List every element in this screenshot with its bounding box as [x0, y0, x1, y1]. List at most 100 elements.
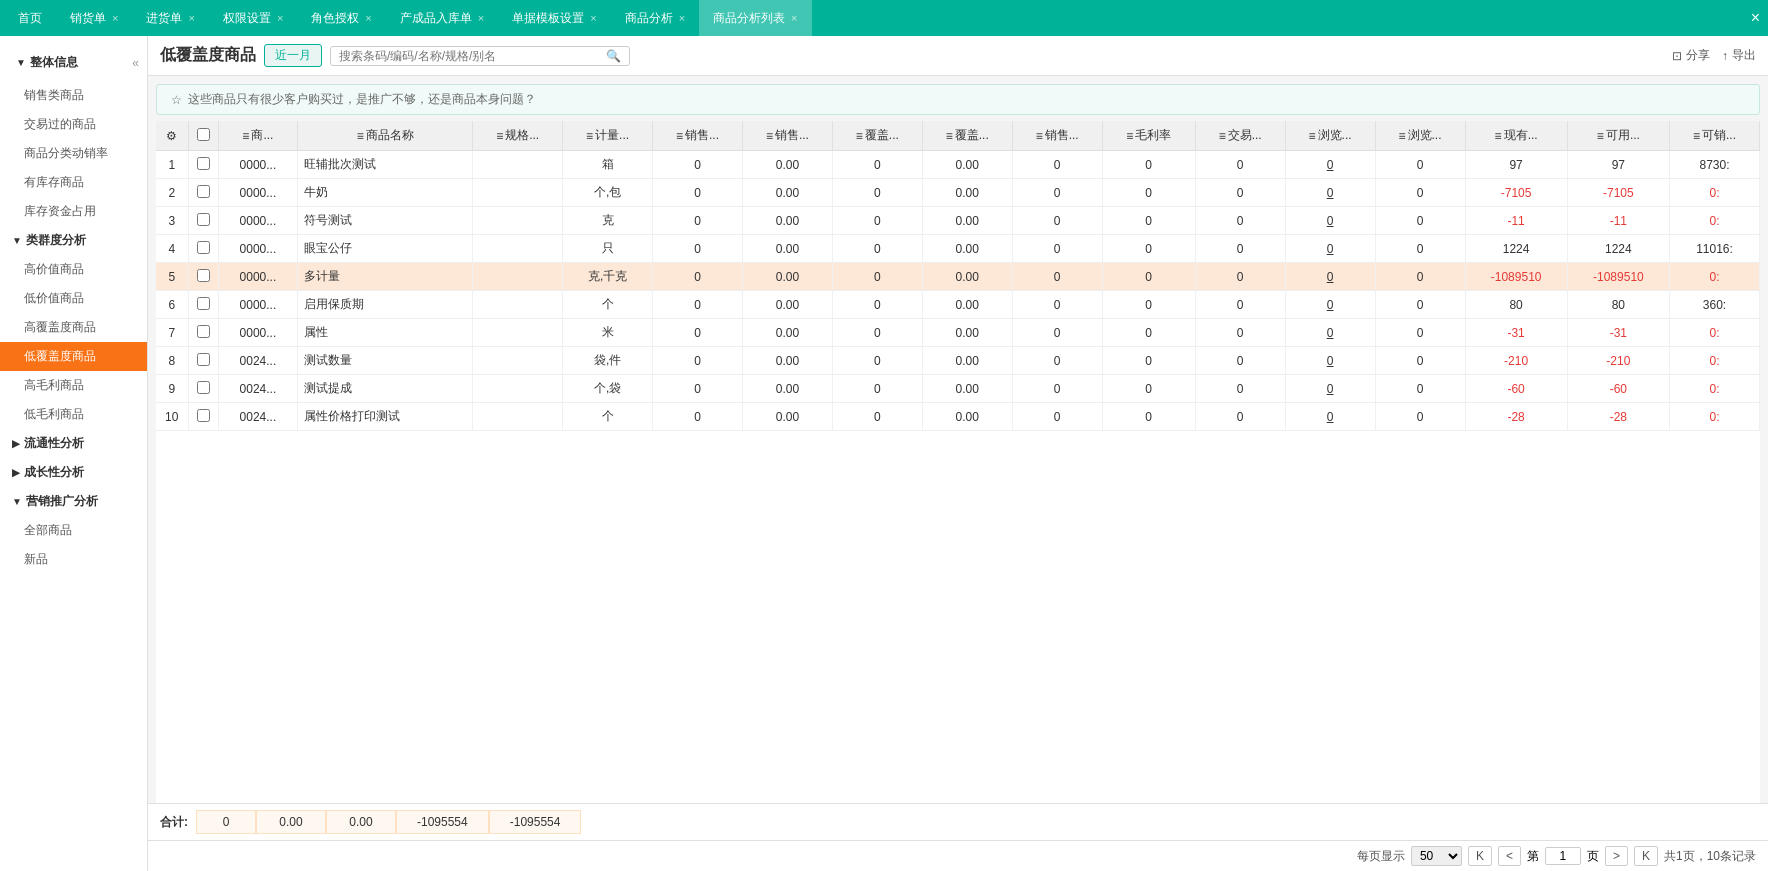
col-sales-qty[interactable]: ≡销售...	[653, 121, 743, 151]
sidebar-item-low-value[interactable]: 低价值商品	[0, 284, 147, 313]
page-size-select[interactable]: 50 100 200	[1411, 846, 1462, 866]
col-name[interactable]: ≡商品名称	[298, 121, 473, 151]
col-saleable[interactable]: ≡可销...	[1670, 121, 1760, 151]
col-trade[interactable]: ≡交易...	[1195, 121, 1285, 151]
nav-close-icon[interactable]: ×	[112, 12, 118, 24]
sidebar-group-overall[interactable]: ▼ 整体信息	[4, 48, 90, 77]
nav-close-icon[interactable]: ×	[590, 12, 596, 24]
nav-permissions[interactable]: 权限设置 ×	[209, 0, 297, 36]
cell-checkbox[interactable]	[188, 319, 218, 347]
window-close-button[interactable]: ×	[1751, 9, 1760, 27]
nav-close-icon[interactable]: ×	[277, 12, 283, 24]
col-cover2[interactable]: ≡覆盖...	[922, 121, 1012, 151]
last-page-button[interactable]: K	[1634, 846, 1658, 866]
sidebar-item-sales-products[interactable]: 销售类商品	[0, 81, 147, 110]
sidebar-item-low-margin[interactable]: 低毛利商品	[0, 400, 147, 429]
col-settings[interactable]: ⚙	[156, 121, 188, 151]
next-page-button[interactable]: >	[1605, 846, 1628, 866]
sidebar-group-circulation[interactable]: ▶ 流通性分析	[0, 429, 147, 458]
cell-browse1[interactable]: 0	[1285, 347, 1375, 375]
cell-checkbox[interactable]	[188, 375, 218, 403]
page-number-input[interactable]	[1545, 847, 1581, 865]
sidebar-item-traded-products[interactable]: 交易过的商品	[0, 110, 147, 139]
browse-link[interactable]: 0	[1327, 354, 1334, 368]
col-browse2[interactable]: ≡浏览...	[1375, 121, 1465, 151]
col-sales2[interactable]: ≡销售...	[1012, 121, 1102, 151]
sidebar-item-new-products[interactable]: 新品	[0, 545, 147, 574]
cell-checkbox[interactable]	[188, 403, 218, 431]
cell-browse1[interactable]: 0	[1285, 151, 1375, 179]
cell-browse1[interactable]: 0	[1285, 319, 1375, 347]
browse-link[interactable]: 0	[1327, 326, 1334, 340]
sidebar-collapse-button[interactable]: «	[132, 56, 139, 70]
browse-link[interactable]: 0	[1327, 270, 1334, 284]
nav-close-icon[interactable]: ×	[679, 12, 685, 24]
row-checkbox[interactable]	[197, 213, 210, 226]
search-input[interactable]	[339, 49, 606, 63]
browse-link[interactable]: 0	[1327, 382, 1334, 396]
browse-link[interactable]: 0	[1327, 186, 1334, 200]
sidebar-group-cluster[interactable]: ▼ 类群度分析	[0, 226, 147, 255]
cell-browse1[interactable]: 0	[1285, 235, 1375, 263]
cell-checkbox[interactable]	[188, 151, 218, 179]
nav-purchase-order[interactable]: 进货单 ×	[132, 0, 208, 36]
cell-browse1[interactable]: 0	[1285, 263, 1375, 291]
sidebar-group-growth[interactable]: ▶ 成长性分析	[0, 458, 147, 487]
nav-home[interactable]: 首页	[4, 0, 56, 36]
first-page-button[interactable]: K	[1468, 846, 1492, 866]
col-sales-amt[interactable]: ≡销售...	[742, 121, 832, 151]
export-button[interactable]: ↑ 导出	[1722, 47, 1756, 64]
col-unit[interactable]: ≡计量...	[563, 121, 653, 151]
nav-close-icon[interactable]: ×	[188, 12, 194, 24]
period-button[interactable]: 近一月	[264, 44, 322, 67]
prev-page-button[interactable]: <	[1498, 846, 1521, 866]
cell-browse1[interactable]: 0	[1285, 291, 1375, 319]
sidebar-item-high-value[interactable]: 高价值商品	[0, 255, 147, 284]
col-avail[interactable]: ≡可用...	[1567, 121, 1669, 151]
col-browse1[interactable]: ≡浏览...	[1285, 121, 1375, 151]
row-checkbox[interactable]	[197, 409, 210, 422]
sidebar-item-high-margin[interactable]: 高毛利商品	[0, 371, 147, 400]
cell-browse1[interactable]: 0	[1285, 207, 1375, 235]
col-cover1[interactable]: ≡覆盖...	[832, 121, 922, 151]
cell-browse1[interactable]: 0	[1285, 375, 1375, 403]
sidebar-item-stocked-products[interactable]: 有库存商品	[0, 168, 147, 197]
row-checkbox[interactable]	[197, 381, 210, 394]
share-button[interactable]: ⊡ 分享	[1672, 47, 1710, 64]
nav-product-storage[interactable]: 产成品入库单 ×	[386, 0, 498, 36]
row-checkbox[interactable]	[197, 269, 210, 282]
sidebar-item-all-products[interactable]: 全部商品	[0, 516, 147, 545]
col-checkbox[interactable]	[188, 121, 218, 151]
sidebar-item-high-coverage[interactable]: 高覆盖度商品	[0, 313, 147, 342]
select-all-checkbox[interactable]	[197, 128, 210, 141]
browse-link[interactable]: 0	[1327, 410, 1334, 424]
col-gross[interactable]: ≡毛利率	[1102, 121, 1195, 151]
sidebar-group-marketing[interactable]: ▼ 营销推广分析	[0, 487, 147, 516]
row-checkbox[interactable]	[197, 353, 210, 366]
settings-icon[interactable]: ⚙	[166, 129, 177, 143]
cell-browse1[interactable]: 0	[1285, 403, 1375, 431]
nav-sales-order[interactable]: 销货单 ×	[56, 0, 132, 36]
nav-product-analysis[interactable]: 商品分析 ×	[611, 0, 699, 36]
sidebar-item-low-coverage[interactable]: 低覆盖度商品	[0, 342, 147, 371]
cell-checkbox[interactable]	[188, 263, 218, 291]
nav-close-icon[interactable]: ×	[791, 12, 797, 24]
col-spec[interactable]: ≡规格...	[473, 121, 563, 151]
browse-link[interactable]: 0	[1327, 298, 1334, 312]
sidebar-item-category-rate[interactable]: 商品分类动销率	[0, 139, 147, 168]
nav-role-auth[interactable]: 角色授权 ×	[297, 0, 385, 36]
row-checkbox[interactable]	[197, 241, 210, 254]
cell-checkbox[interactable]	[188, 347, 218, 375]
nav-product-analysis-list[interactable]: 商品分析列表 ×	[699, 0, 811, 36]
nav-template-settings[interactable]: 单据模板设置 ×	[498, 0, 610, 36]
browse-link[interactable]: 0	[1327, 158, 1334, 172]
cell-checkbox[interactable]	[188, 207, 218, 235]
cell-checkbox[interactable]	[188, 291, 218, 319]
browse-link[interactable]: 0	[1327, 242, 1334, 256]
nav-close-icon[interactable]: ×	[478, 12, 484, 24]
row-checkbox[interactable]	[197, 325, 210, 338]
col-code[interactable]: ≡商...	[218, 121, 298, 151]
col-stock[interactable]: ≡现有...	[1465, 121, 1567, 151]
cell-browse1[interactable]: 0	[1285, 179, 1375, 207]
browse-link[interactable]: 0	[1327, 214, 1334, 228]
